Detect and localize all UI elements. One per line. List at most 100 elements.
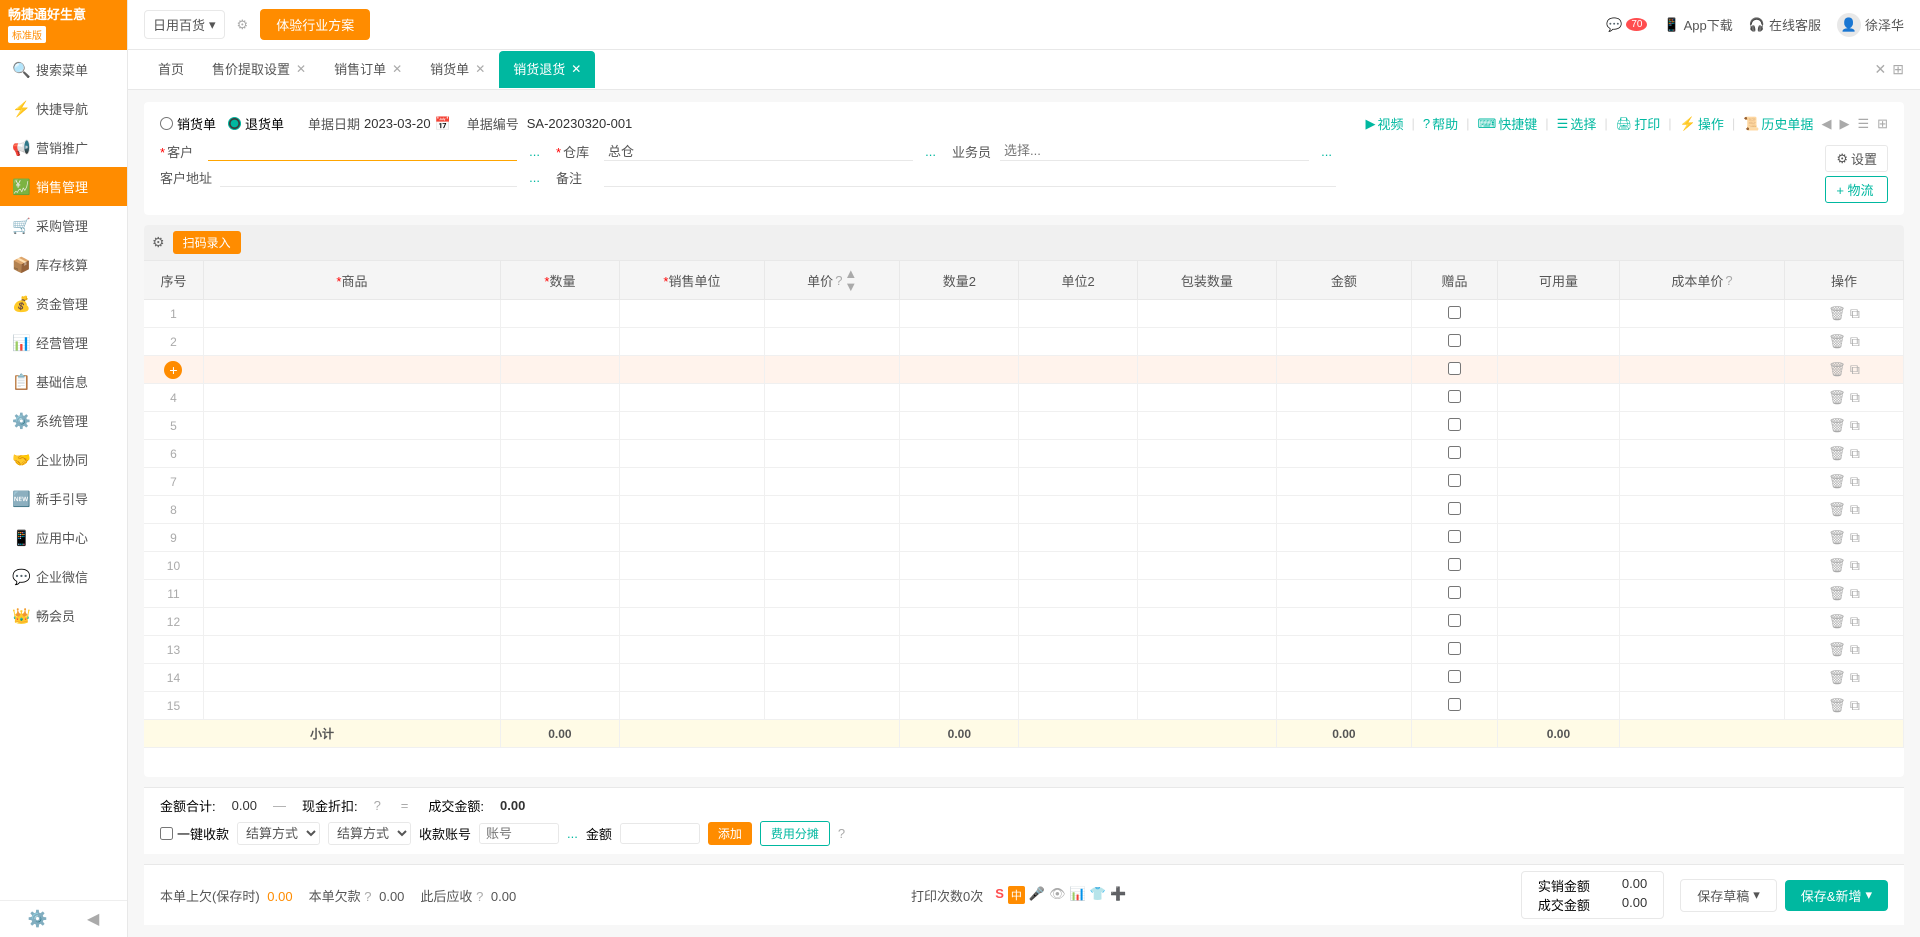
collapse-icon[interactable]: ◀ (87, 909, 99, 929)
goods-input-3[interactable] (208, 360, 496, 379)
gift-checkbox-6[interactable] (1448, 446, 1461, 459)
icon-eye[interactable]: 👁 (1049, 886, 1066, 904)
copy-row-icon-11[interactable]: ⧉ (1850, 585, 1860, 602)
calendar-icon[interactable]: 📅 (435, 116, 451, 132)
settings-icon[interactable]: ⚙ (237, 17, 249, 33)
gift-checkbox-14[interactable] (1448, 670, 1461, 683)
copy-row-icon-8[interactable]: ⧉ (1850, 501, 1860, 518)
delete-row-icon-5[interactable]: 🗑 (1828, 417, 1846, 434)
tab-sales-return[interactable]: 销货退货 ✕ (499, 51, 595, 88)
gift-checkbox-10[interactable] (1448, 558, 1461, 571)
list-view-icon[interactable]: ☰ (1857, 116, 1869, 132)
grid-view-icon[interactable]: ⊞ (1877, 116, 1888, 132)
copy-row-icon-15[interactable]: ⧉ (1850, 697, 1860, 714)
cell-gift-1[interactable] (1412, 300, 1498, 328)
delete-row-icon-8[interactable]: 🗑 (1828, 501, 1846, 518)
tab-price-close[interactable]: ✕ (296, 62, 306, 76)
logistics-button[interactable]: + 物流 (1825, 176, 1888, 203)
copy-row-icon-4[interactable]: ⧉ (1850, 389, 1860, 406)
copy-row-icon-12[interactable]: ⧉ (1850, 613, 1860, 630)
sidebar-item-appstore[interactable]: 📱 应用中心 (0, 518, 127, 557)
cell-gift-7[interactable] (1412, 468, 1498, 496)
tab-sales-close[interactable]: ✕ (475, 62, 485, 76)
sidebar-item-system[interactable]: ⚙️ 系统管理 (0, 401, 127, 440)
delete-row-icon-12[interactable]: 🗑 (1828, 613, 1846, 630)
gift-checkbox-3[interactable] (1448, 362, 1461, 375)
warehouse-input[interactable] (604, 141, 913, 161)
cell-gift-15[interactable] (1412, 692, 1498, 720)
delete-row-icon-11[interactable]: 🗑 (1828, 585, 1846, 602)
sidebar-item-member[interactable]: 👑 畅会员 (0, 596, 127, 635)
experience-btn[interactable]: 体验行业方案 (260, 9, 370, 40)
add-button[interactable]: 添加 (708, 822, 752, 845)
settings-bottom-icon[interactable]: ⚙️ (28, 909, 48, 929)
operate-btn[interactable]: ⚡ 操作 (1680, 114, 1724, 133)
gift-checkbox-15[interactable] (1448, 698, 1461, 711)
copy-row-icon-6[interactable]: ⧉ (1850, 445, 1860, 462)
copy-row-icon-13[interactable]: ⧉ (1850, 641, 1860, 658)
cell-gift-10[interactable] (1412, 552, 1498, 580)
gift-checkbox-5[interactable] (1448, 418, 1461, 431)
sidebar-item-finance[interactable]: 💰 资金管理 (0, 284, 127, 323)
sidebar-item-inventory[interactable]: 📦 库存核算 (0, 245, 127, 284)
delete-row-icon-3[interactable]: 🗑 (1828, 361, 1846, 378)
remark-input[interactable] (604, 167, 1336, 187)
delete-row-icon-6[interactable]: 🗑 (1828, 445, 1846, 462)
icon-mic[interactable]: 🎤 (1029, 886, 1045, 904)
sidebar-item-operation[interactable]: 📊 经营管理 (0, 323, 127, 362)
cell-gift-13[interactable] (1412, 636, 1498, 664)
delete-row-icon-15[interactable]: 🗑 (1828, 697, 1846, 714)
help-discount-icon[interactable]: ? (374, 798, 381, 813)
tab-sales[interactable]: 销货单 ✕ (416, 51, 499, 88)
gift-checkbox-1[interactable] (1448, 306, 1461, 319)
gift-checkbox-4[interactable] (1448, 390, 1461, 403)
settlement-select[interactable]: 结算方式 (237, 822, 320, 845)
cell-gift-4[interactable] (1412, 384, 1498, 412)
date-value[interactable]: 2023-03-20 (364, 116, 431, 131)
setting-button[interactable]: ⚙ 设置 (1825, 145, 1888, 172)
expense-help-icon[interactable]: ? (838, 826, 845, 841)
history-btn[interactable]: 📜 历史单据 (1743, 114, 1813, 133)
delete-row-icon-13[interactable]: 🗑 (1828, 641, 1846, 658)
customer-input[interactable] (208, 141, 517, 161)
online-service-item[interactable]: 🎧 在线客服 (1749, 15, 1821, 34)
cell-gift-3[interactable] (1412, 356, 1498, 384)
customer-dots[interactable]: ... (529, 144, 540, 159)
user-item[interactable]: 👤 徐泽华 (1837, 13, 1904, 37)
shortcut-btn[interactable]: ⌨ 快捷键 (1477, 114, 1537, 133)
cell-goods-3[interactable] (203, 356, 500, 384)
help-btn[interactable]: ? 帮助 (1423, 114, 1458, 133)
radio-sales-input[interactable] (160, 117, 173, 130)
cell-gift-2[interactable] (1412, 328, 1498, 356)
sidebar-item-wechat[interactable]: 💬 企业微信 (0, 557, 127, 596)
copy-row-icon-3[interactable]: ⧉ (1850, 361, 1860, 378)
tab-home[interactable]: 首页 (144, 51, 198, 88)
icon-table[interactable]: 📊 (1070, 886, 1086, 904)
radio-return[interactable]: 退货单 (228, 114, 284, 133)
sidebar-item-guide[interactable]: 🆕 新手引导 (0, 479, 127, 518)
gift-checkbox-9[interactable] (1448, 530, 1461, 543)
cell-gift-9[interactable] (1412, 524, 1498, 552)
cell-gift-14[interactable] (1412, 664, 1498, 692)
delete-row-icon-10[interactable]: 🗑 (1828, 557, 1846, 574)
copy-row-icon-5[interactable]: ⧉ (1850, 417, 1860, 434)
gift-checkbox-13[interactable] (1448, 642, 1461, 655)
delete-row-icon-14[interactable]: 🗑 (1828, 669, 1846, 686)
cell-gift-6[interactable] (1412, 440, 1498, 468)
scan-button[interactable]: 扫码录入 (173, 231, 241, 254)
industry-select[interactable]: 日用百货 ▾ (144, 10, 225, 39)
sidebar-item-search[interactable]: 🔍 搜索菜单 (0, 50, 127, 89)
copy-row-icon-1[interactable]: ⧉ (1850, 305, 1860, 322)
gift-checkbox-2[interactable] (1448, 334, 1461, 347)
app-download-item[interactable]: 📱 App下载 (1663, 15, 1732, 34)
expense-button[interactable]: 费用分摊 (760, 821, 830, 846)
th-cost-help-icon[interactable]: ? (1725, 273, 1732, 288)
save-draft-button[interactable]: 保存草稿 ▾ (1680, 879, 1777, 912)
sidebar-item-enterprise[interactable]: 🤝 企业协同 (0, 440, 127, 479)
gift-checkbox-7[interactable] (1448, 474, 1461, 487)
delete-row-icon-4[interactable]: 🗑 (1828, 389, 1846, 406)
staff-input[interactable] (1000, 141, 1309, 161)
cell-gift-5[interactable] (1412, 412, 1498, 440)
cell-gift-12[interactable] (1412, 608, 1498, 636)
account-method-select[interactable]: 结算方式 (328, 822, 411, 845)
